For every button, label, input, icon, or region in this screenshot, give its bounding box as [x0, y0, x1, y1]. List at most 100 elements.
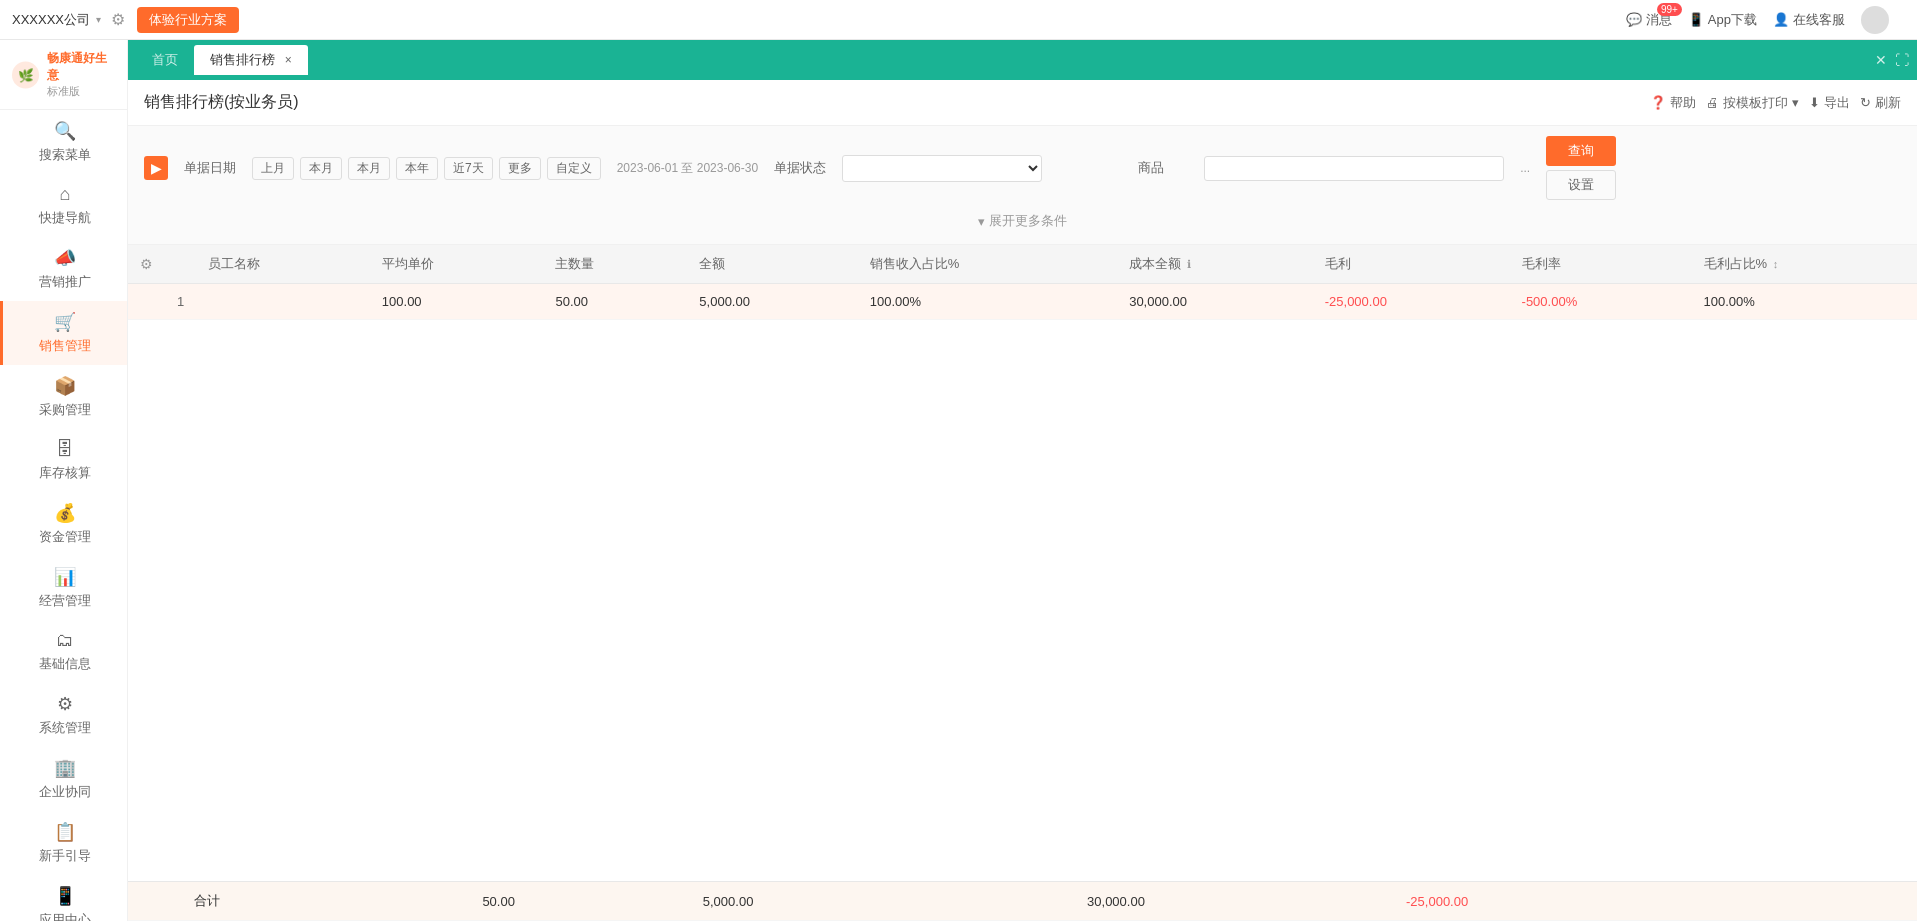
filter-toggle-icon[interactable]: ▶	[144, 156, 168, 180]
app-download-button[interactable]: 📱 App下载	[1688, 11, 1757, 29]
help-button[interactable]: ❓ 帮助	[1650, 94, 1696, 112]
logo-area: 🌿 畅康通好生意 标准版	[0, 40, 127, 110]
table-area: ⚙ 员工名称 平均单价 主数量	[128, 245, 1917, 921]
th-profit-rate: 毛利率	[1510, 245, 1692, 284]
finance-icon: 💰	[54, 502, 76, 524]
tab-sales-label: 销售排行榜	[210, 52, 275, 67]
filter-area: ▶ 单据日期 上月 本月 本月 本年 近7天 更多 自定义 2023-06-01…	[128, 126, 1917, 245]
logo-text: 畅康通好生意 标准版	[47, 50, 117, 99]
sidebar-item-guide[interactable]: 📋 新手引导	[0, 811, 127, 875]
sidebar-item-shortcut[interactable]: ⌂ 快捷导航	[0, 174, 127, 237]
table-empty-space	[128, 320, 1917, 881]
date-btn-7days[interactable]: 近7天	[444, 157, 493, 180]
export-label: 导出	[1824, 94, 1850, 112]
print-label: 按模板打印	[1723, 94, 1788, 112]
goods-input[interactable]	[1204, 156, 1504, 181]
footer-cost: 30,000.00	[1075, 882, 1394, 921]
print-chevron-icon: ▾	[1792, 95, 1799, 110]
expand-label: 展开更多条件	[989, 212, 1067, 230]
row-rank: 1	[165, 284, 196, 320]
tab-sales-ranking[interactable]: 销售排行榜 ×	[194, 45, 308, 75]
th-profit-ratio: 毛利占比% ↕	[1692, 245, 1917, 284]
logo-icon: 🌿	[10, 59, 41, 91]
sidebar-item-sales[interactable]: 🛒 销售管理	[0, 301, 127, 365]
table-row: 1 100.00 50.00 5,000.00 100.00% 30,000.0…	[128, 284, 1917, 320]
operation-icon: 📊	[54, 566, 76, 588]
basic-icon: 🗂	[56, 630, 74, 651]
table-body: 1 100.00 50.00 5,000.00 100.00% 30,000.0…	[128, 284, 1917, 320]
footer-profit-rate	[1730, 882, 1824, 921]
header-row: ⚙ 员工名称 平均单价 主数量	[128, 245, 1917, 284]
print-icon: 🖨	[1706, 95, 1719, 110]
sidebar-item-label: 资金管理	[39, 528, 91, 546]
sidebar-item-operation[interactable]: 📊 经营管理	[0, 556, 127, 620]
tab-close-window-button[interactable]: ✕	[1875, 52, 1887, 68]
date-btn-more[interactable]: 更多	[499, 157, 541, 180]
date-btn-this-year[interactable]: 本年	[396, 157, 438, 180]
svg-text:🌿: 🌿	[18, 67, 34, 83]
expand-more-button[interactable]: ▾ 展开更多条件	[978, 212, 1067, 230]
message-button[interactable]: 💬 消息 99+	[1626, 11, 1672, 29]
date-btn-last-month[interactable]: 上月	[252, 157, 294, 180]
sidebar-item-finance[interactable]: 💰 资金管理	[0, 492, 127, 556]
service-icon: 👤	[1773, 12, 1789, 27]
company-selector[interactable]: XXXXXX公司 ▾	[12, 11, 101, 29]
row-profit-ratio: 100.00%	[1692, 284, 1917, 320]
filter-settings-button[interactable]: 设置	[1546, 170, 1616, 200]
trial-button[interactable]: 体验行业方案	[137, 7, 239, 33]
sidebar-item-label: 快捷导航	[39, 209, 91, 227]
query-button[interactable]: 查询	[1546, 136, 1616, 166]
sidebar-item-apps[interactable]: 📱 应用中心	[0, 875, 127, 921]
footer-sales-ratio	[982, 882, 1076, 921]
sidebar-item-inventory[interactable]: 🗄 库存核算	[0, 429, 127, 492]
sales-table: ⚙ 员工名称 平均单价 主数量	[128, 245, 1917, 320]
profit-ratio-sort-icon[interactable]: ↕	[1773, 258, 1779, 270]
export-icon: ⬇	[1809, 95, 1820, 110]
footer-table: 合计 50.00 5,000.00 30,000.00 -25,000.00	[128, 882, 1917, 921]
row-avg-price: 100.00	[370, 284, 544, 320]
tab-maximize-button[interactable]: ⛶	[1895, 52, 1909, 68]
tab-close-button[interactable]: ×	[285, 53, 292, 67]
footer-quantity: 50.00	[470, 882, 690, 921]
help-icon: ❓	[1650, 95, 1666, 110]
status-filter-label: 单据状态	[774, 159, 826, 177]
sidebar-item-basic[interactable]: 🗂 基础信息	[0, 620, 127, 683]
goods-more-button[interactable]: ...	[1520, 161, 1530, 175]
message-icon: 💬	[1626, 12, 1642, 27]
settings-gear-button[interactable]: ⚙	[111, 10, 125, 29]
online-service-button[interactable]: 👤 在线客服	[1773, 11, 1845, 29]
app-label: App下载	[1708, 11, 1757, 29]
column-settings-icon[interactable]: ⚙	[140, 256, 153, 272]
sidebar-item-label: 库存核算	[39, 464, 91, 482]
chevron-down-icon: ▾	[96, 14, 101, 25]
avatar[interactable]	[1861, 6, 1889, 34]
cost-info-icon[interactable]: ℹ	[1187, 258, 1191, 270]
sidebar-item-search[interactable]: 🔍 搜索菜单	[0, 110, 127, 174]
search-icon: 🔍	[54, 120, 76, 142]
page-actions: ❓ 帮助 🖨 按模板打印 ▾ ⬇ 导出 ↻ 刷新	[1650, 94, 1901, 112]
tab-home[interactable]: 首页	[136, 45, 194, 75]
sidebar-item-purchase[interactable]: 📦 采购管理	[0, 365, 127, 429]
print-button[interactable]: 🖨 按模板打印 ▾	[1706, 94, 1799, 112]
footer-rank-cell	[152, 882, 182, 921]
date-btn-this-month[interactable]: 本月	[300, 157, 342, 180]
sidebar-item-enterprise[interactable]: 🏢 企业协同	[0, 747, 127, 811]
th-amount: 全额	[687, 245, 857, 284]
sidebar-item-system[interactable]: ⚙ 系统管理	[0, 683, 127, 747]
footer-amount: 5,000.00	[691, 882, 982, 921]
table-footer: 合计 50.00 5,000.00 30,000.00 -25,000.00	[128, 881, 1917, 921]
date-btn-active[interactable]: 本月	[348, 157, 390, 180]
sidebar-item-marketing[interactable]: 📣 营销推广	[0, 237, 127, 301]
footer-profit: -25,000.00	[1394, 882, 1730, 921]
footer-avg-price	[377, 882, 471, 921]
th-profit: 毛利	[1313, 245, 1510, 284]
sales-icon: 🛒	[54, 311, 76, 333]
inventory-icon: 🗄	[56, 439, 74, 460]
refresh-button[interactable]: ↻ 刷新	[1860, 94, 1901, 112]
top-bar: XXXXXX公司 ▾ ⚙ 体验行业方案 💬 消息 99+ 📱 App下载 👤 在…	[0, 0, 1917, 40]
th-avg-price: 平均单价	[370, 245, 544, 284]
date-btn-custom[interactable]: 自定义	[547, 157, 601, 180]
export-button[interactable]: ⬇ 导出	[1809, 94, 1850, 112]
th-settings: ⚙	[128, 245, 165, 284]
status-select[interactable]	[842, 155, 1042, 182]
